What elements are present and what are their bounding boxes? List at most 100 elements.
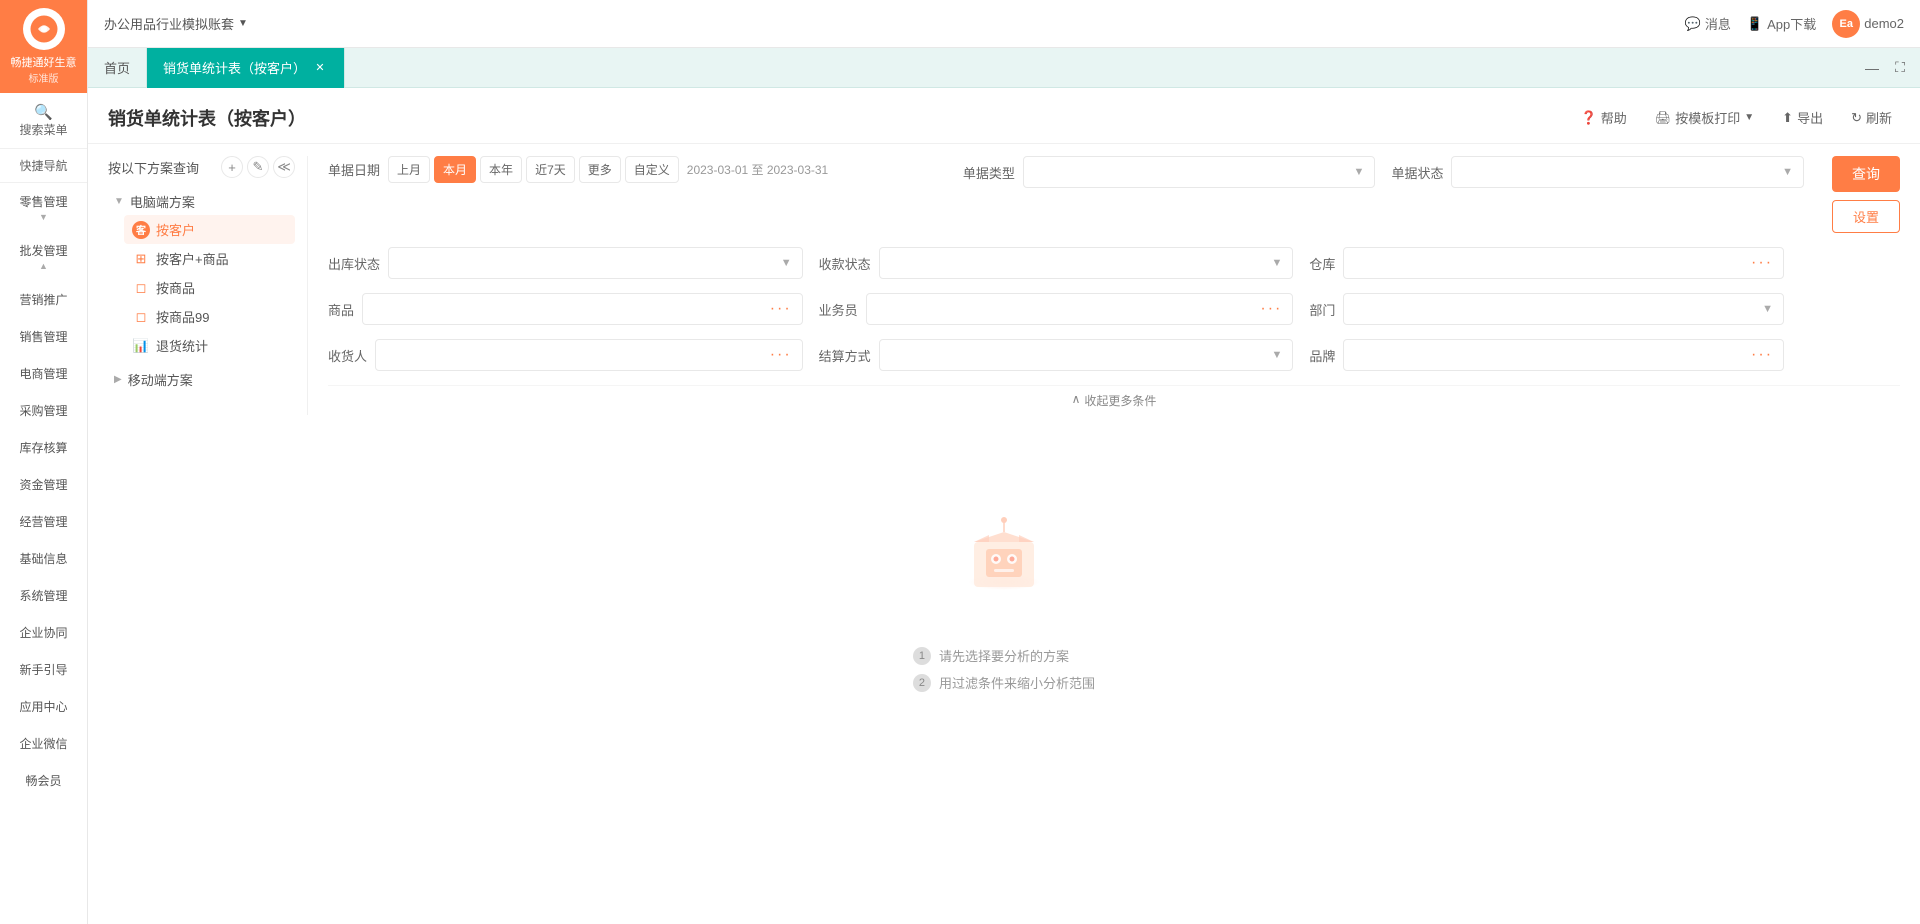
- tab-expand-btn[interactable]: ⛶: [1888, 56, 1912, 80]
- sidebar-item-corp-collab[interactable]: 企业协同: [0, 614, 87, 651]
- settle-method-arrow-icon: ▼: [1271, 349, 1282, 361]
- scheme-group-mobile-header[interactable]: ▶ 移动端方案: [108, 366, 295, 393]
- salesperson-dots-icon[interactable]: ···: [1260, 300, 1282, 318]
- scheme-item-label: 退货统计: [156, 336, 208, 355]
- sidebar-item-sys-mgmt[interactable]: 系统管理: [0, 577, 87, 614]
- add-scheme-btn[interactable]: +: [221, 156, 243, 178]
- print-icon: 🖨: [1655, 110, 1672, 126]
- sidebar-item-member[interactable]: 畅会员: [0, 762, 87, 799]
- doc-status-arrow-icon: ▼: [1782, 166, 1793, 178]
- receiver-label: 收货人: [328, 346, 367, 365]
- account-selector[interactable]: 办公用品行业模拟账套 ▼: [104, 14, 248, 33]
- date-last-7-days-btn[interactable]: 近7天: [526, 156, 575, 183]
- sidebar-item-app-center[interactable]: 应用中心: [0, 688, 87, 725]
- scheme-header-actions: + ✎ ≪: [221, 156, 295, 178]
- tab-close-icon[interactable]: ✕: [312, 60, 328, 76]
- active-scheme-icon: 客: [132, 221, 150, 239]
- collapse-up-icon: ∧: [1072, 392, 1081, 409]
- goods-select[interactable]: ···: [362, 293, 803, 325]
- out-status-arrow-icon: ▼: [781, 257, 792, 269]
- filter-area: 按以下方案查询 + ✎ ≪ ▼ 电脑端方案: [88, 144, 1920, 427]
- tip-num-2: 2: [913, 674, 931, 692]
- user-menu-btn[interactable]: Ea demo2: [1832, 10, 1904, 38]
- tab-home-label: 首页: [104, 58, 130, 77]
- query-btn[interactable]: 查询: [1832, 156, 1900, 192]
- scheme-item-by-customer-goods[interactable]: ⊞ 按客户+商品: [124, 244, 295, 273]
- tab-sales-stat[interactable]: 销货单统计表（按客户） ✕: [147, 48, 345, 88]
- download-icon: 📱: [1747, 16, 1763, 32]
- scheme-group-desktop-header[interactable]: ▼ 电脑端方案: [108, 188, 295, 215]
- date-range-display: 2023-03-01 至 2023-03-31: [687, 161, 828, 178]
- sidebar-item-business-mgmt[interactable]: 经营管理: [0, 503, 87, 540]
- doc-type-label: 单据类型: [963, 163, 1015, 182]
- warehouse-dots-icon[interactable]: ···: [1751, 254, 1773, 272]
- tab-minimize-btn[interactable]: —: [1860, 56, 1884, 80]
- date-last-month-btn[interactable]: 上月: [388, 156, 430, 183]
- date-more-btn[interactable]: 更多: [579, 156, 621, 183]
- sidebar-item-retail-mgmt[interactable]: 零售管理 ▼: [0, 183, 87, 232]
- app-subtitle: 标准版: [29, 70, 59, 85]
- brand-label: 品牌: [1309, 346, 1335, 365]
- brand-select[interactable]: ···: [1343, 339, 1784, 371]
- empty-tip-2: 2 用过滤条件来缩小分析范围: [913, 673, 1095, 692]
- message-btn[interactable]: 💬 消息: [1685, 14, 1731, 33]
- date-this-month-btn[interactable]: 本月: [434, 156, 476, 183]
- department-arrow-icon: ▼: [1762, 303, 1773, 315]
- doc-type-arrow-icon: ▼: [1354, 166, 1365, 178]
- receiver-dots-icon[interactable]: ···: [770, 346, 792, 364]
- department-select[interactable]: ▼: [1343, 293, 1784, 325]
- out-status-select[interactable]: ▼: [388, 247, 803, 279]
- salesperson-select[interactable]: ···: [866, 293, 1294, 325]
- date-this-year-btn[interactable]: 本年: [480, 156, 522, 183]
- warehouse-select[interactable]: ···: [1343, 247, 1784, 279]
- collect-status-select[interactable]: ▼: [879, 247, 1294, 279]
- doc-status-select[interactable]: ▼: [1451, 156, 1804, 188]
- date-custom-btn[interactable]: 自定义: [625, 156, 679, 183]
- top-header: 办公用品行业模拟账套 ▼ 💬 消息 📱 App下载 Ea demo2: [88, 0, 1920, 48]
- app-download-btn[interactable]: 📱 App下载: [1747, 14, 1816, 33]
- empty-tip-1: 1 请先选择要分析的方案: [913, 646, 1095, 665]
- tab-home[interactable]: 首页: [88, 48, 147, 88]
- filter-panel: 单据日期 上月 本月 本年 近7天 更多 自定义 2023-03-01 至 20…: [308, 156, 1900, 415]
- sidebar-item-quick-nav[interactable]: 快捷导航: [0, 149, 87, 183]
- sidebar-item-finance[interactable]: 资金管理: [0, 466, 87, 503]
- sidebar-item-ecom-mgmt[interactable]: 电商管理: [0, 355, 87, 392]
- group-label: 电脑端方案: [130, 192, 195, 211]
- settle-method-select[interactable]: ▼: [879, 339, 1294, 371]
- sidebar-item-new-guide[interactable]: 新手引导: [0, 651, 87, 688]
- collapse-scheme-btn[interactable]: ≪: [273, 156, 295, 178]
- salesperson-label: 业务员: [819, 300, 858, 319]
- scheme-chart-icon: 📊: [132, 337, 150, 355]
- doc-type-select[interactable]: ▼: [1023, 156, 1376, 188]
- content-area: 销货单统计表（按客户） ❓ 帮助 🖨 按模板打印 ▼ ⬆ 导出: [88, 88, 1920, 924]
- scheme-item-by-goods[interactable]: ◻ 按商品: [124, 273, 295, 302]
- scheme-header: 按以下方案查询 + ✎ ≪: [108, 156, 295, 178]
- sidebar-item-search-menu[interactable]: 🔍 搜索菜单: [0, 93, 87, 149]
- scheme-panel: 按以下方案查询 + ✎ ≪ ▼ 电脑端方案: [108, 156, 308, 415]
- scheme-box-icon: ◻: [132, 279, 150, 297]
- collapse-filters-btn[interactable]: ∧ 收起更多条件: [328, 385, 1900, 415]
- receiver-select[interactable]: ···: [375, 339, 803, 371]
- group-label: 移动端方案: [128, 370, 193, 389]
- collect-status-label: 收款状态: [819, 254, 871, 273]
- scheme-item-by-customer[interactable]: 客 按客户: [124, 215, 295, 244]
- template-print-btn[interactable]: 🖨 按模板打印 ▼: [1647, 104, 1762, 131]
- help-btn[interactable]: ❓ 帮助: [1573, 104, 1635, 131]
- sidebar-item-basic-info[interactable]: 基础信息: [0, 540, 87, 577]
- edit-scheme-btn[interactable]: ✎: [247, 156, 269, 178]
- export-btn[interactable]: ⬆ 导出: [1774, 104, 1831, 131]
- scheme-item-return-stats[interactable]: 📊 退货统计: [124, 331, 295, 360]
- sidebar-item-wholesale-mgmt[interactable]: 批发管理 ▲: [0, 232, 87, 281]
- settings-btn[interactable]: 设置: [1832, 200, 1900, 233]
- brand-dots-icon[interactable]: ···: [1751, 346, 1773, 364]
- scheme-item-by-goods-99[interactable]: ◻ 按商品99: [124, 302, 295, 331]
- sidebar-item-marketing[interactable]: 营销推广: [0, 281, 87, 318]
- sidebar-item-corp-wechat[interactable]: 企业微信: [0, 725, 87, 762]
- sidebar-item-sales-mgmt[interactable]: 销售管理: [0, 318, 87, 355]
- sidebar-item-inventory[interactable]: 库存核算: [0, 429, 87, 466]
- app-logo[interactable]: 畅捷通好生意 标准版: [0, 0, 87, 93]
- scheme-group-desktop: ▼ 电脑端方案 客 按客户 ⊞ 按客户+商品: [108, 188, 295, 360]
- sidebar-item-purchase-mgmt[interactable]: 采购管理: [0, 392, 87, 429]
- refresh-btn[interactable]: ↻ 刷新: [1843, 104, 1900, 131]
- goods-dots-icon[interactable]: ···: [770, 300, 792, 318]
